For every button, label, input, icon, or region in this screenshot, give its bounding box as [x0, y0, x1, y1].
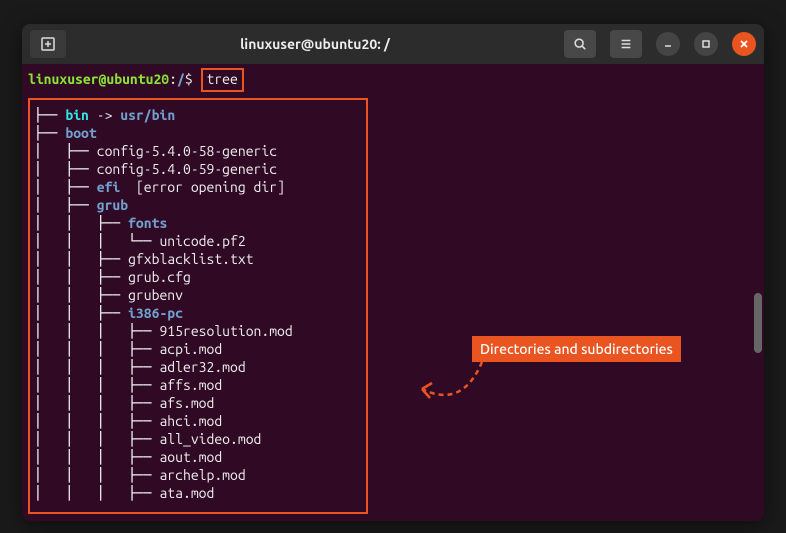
tree-line: │ │ ├── gfxblacklist.txt — [34, 250, 362, 268]
annotation-arrow-icon — [412, 354, 492, 424]
terminal-window: linuxuser@ubuntu20: / — [22, 24, 764, 521]
tree-line: │ │ │ ├── archelp.mod — [34, 466, 362, 484]
tree-line: │ ├── efi [error opening dir] — [34, 178, 362, 196]
tree-line: │ │ ├── grub.cfg — [34, 268, 362, 286]
command-highlight: tree — [201, 68, 244, 92]
prompt-colon: : — [169, 71, 177, 87]
command-text: tree — [207, 71, 238, 87]
window-title: linuxuser@ubuntu20: / — [70, 36, 560, 52]
menu-button[interactable] — [610, 30, 642, 58]
tree-line: │ │ │ ├── afs.mod — [34, 394, 362, 412]
terminal-body[interactable]: linuxuser@ubuntu20:/$ tree ├── bin -> us… — [22, 64, 764, 521]
tree-line: │ │ │ ├── adler32.mod — [34, 358, 362, 376]
tree-line: │ ├── grub — [34, 196, 362, 214]
maximize-button[interactable] — [694, 32, 718, 56]
tree-line: ├── bin -> usr/bin — [34, 106, 362, 124]
tree-output-box: ├── bin -> usr/bin├── boot│ ├── config-5… — [28, 98, 368, 514]
prompt-dollar: $ — [185, 71, 193, 87]
tree-line: │ │ │ ├── ahci.mod — [34, 412, 362, 430]
window-controls — [564, 30, 756, 58]
prompt-user-host: linuxuser@ubuntu20 — [28, 71, 169, 87]
title-bar: linuxuser@ubuntu20: / — [22, 24, 764, 64]
tree-line: │ │ │ ├── ata.mod — [34, 484, 362, 502]
tree-line: │ │ ├── grubenv — [34, 286, 362, 304]
new-tab-button[interactable] — [30, 30, 66, 58]
close-button[interactable] — [732, 32, 756, 56]
annotation-label: Directories and subdirectories — [472, 336, 681, 362]
minimize-button[interactable] — [656, 32, 680, 56]
prompt-path: / — [177, 71, 185, 87]
prompt-line: linuxuser@ubuntu20:/$ tree — [28, 68, 758, 92]
tree-line: │ │ │ ├── aout.mod — [34, 448, 362, 466]
tree-line: │ │ ├── i386-pc — [34, 304, 362, 322]
tree-line: │ │ │ ├── acpi.mod — [34, 340, 362, 358]
search-button[interactable] — [564, 30, 596, 58]
tree-line: │ │ │ └── unicode.pf2 — [34, 232, 362, 250]
tree-line: │ │ │ ├── 915resolution.mod — [34, 322, 362, 340]
tree-line: ├── boot — [34, 124, 362, 142]
tree-line: │ │ │ ├── all_video.mod — [34, 430, 362, 448]
scrollbar-thumb[interactable] — [754, 293, 762, 353]
tree-line: │ ├── config-5.4.0-58-generic — [34, 142, 362, 160]
tree-line: │ ├── config-5.4.0-59-generic — [34, 160, 362, 178]
tree-line: │ │ │ ├── affs.mod — [34, 376, 362, 394]
tree-line: │ │ ├── fonts — [34, 214, 362, 232]
